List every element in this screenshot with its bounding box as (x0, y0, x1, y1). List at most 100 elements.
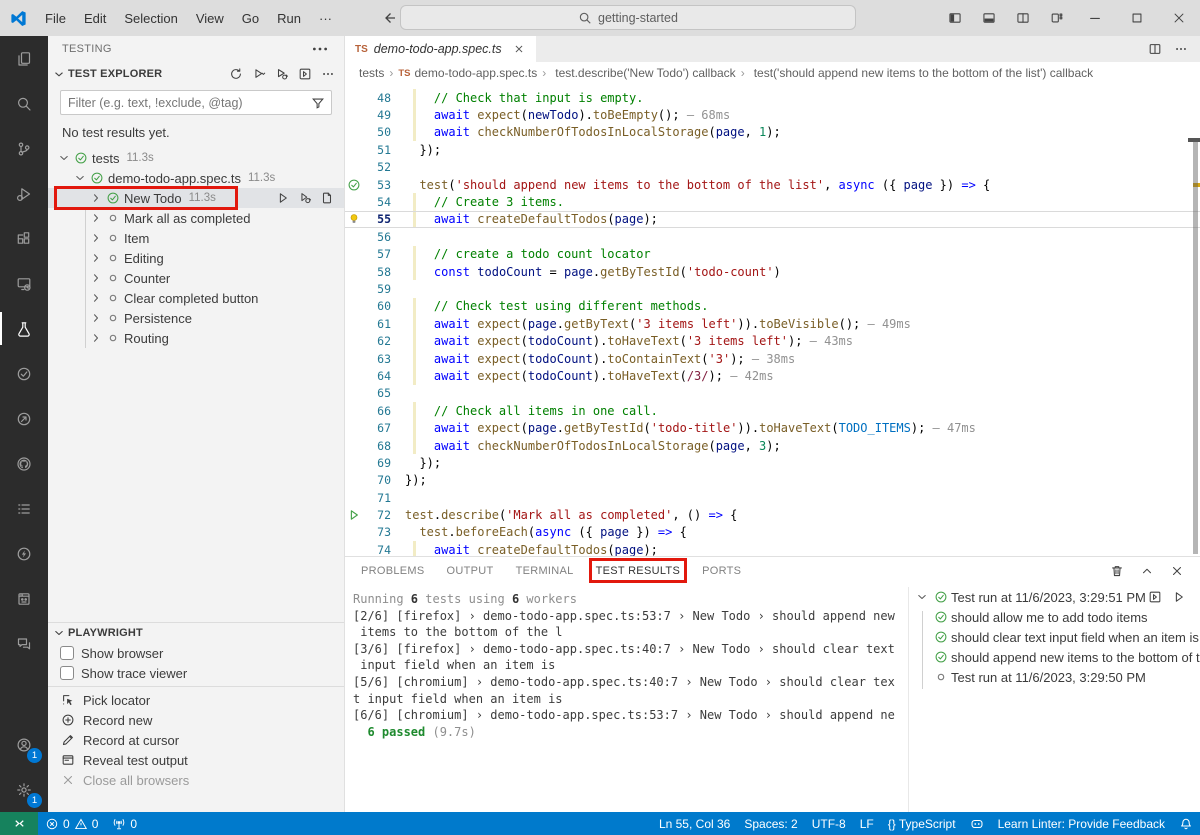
menu-file[interactable]: File (36, 11, 75, 26)
code-line-50[interactable]: 50 await checkNumberOfTodosInLocalStorag… (345, 124, 1200, 141)
tab-close-icon[interactable] (512, 42, 526, 56)
chevron-right-icon[interactable] (88, 291, 104, 305)
split-editor-icon[interactable] (1148, 42, 1162, 56)
debug-run-button[interactable] (298, 191, 312, 205)
tree-item-tests[interactable]: tests11.3s (48, 148, 344, 168)
activity-search[interactable] (0, 81, 48, 126)
run-all-button[interactable] (249, 64, 269, 84)
refresh-button[interactable] (226, 64, 246, 84)
code-line-53[interactable]: 53 test('should append new items to the … (345, 176, 1200, 193)
activity-github[interactable] (0, 441, 48, 486)
code-line-71[interactable]: 71 (345, 489, 1200, 506)
layout-grid-toggle[interactable] (1040, 0, 1074, 36)
code-line-55[interactable]: 55 await createDefaultTodos(page); (345, 211, 1200, 228)
boxed-play-button[interactable] (295, 64, 315, 84)
action-record-at-cursor[interactable]: Record at cursor (48, 730, 344, 750)
code-line-67[interactable]: 67 await expect(page.getByTestId('todo-t… (345, 419, 1200, 436)
code-line-70[interactable]: 70}); (345, 472, 1200, 489)
tree-item-item[interactable]: Item (48, 228, 344, 248)
code-line-60[interactable]: 60 // Check test using different methods… (345, 298, 1200, 315)
status-copilot[interactable] (963, 812, 991, 835)
window-minimize-button[interactable] (1074, 0, 1116, 36)
test-explorer-header[interactable]: TEST EXPLORER (48, 62, 344, 86)
code-line-61[interactable]: 61 await expect(page.getByText('3 items … (345, 315, 1200, 332)
action-pick-locator[interactable]: Pick locator (48, 690, 344, 710)
panel-tab-test-results[interactable]: TEST RESULTS (596, 565, 681, 577)
code-line-74[interactable]: 74 await createDefaultTodos(page); (345, 541, 1200, 556)
breadcrumb-item[interactable]: test('should append new items to the bot… (750, 66, 1093, 80)
lightbulb-icon[interactable] (345, 212, 363, 226)
boxed-play-button[interactable] (1148, 590, 1162, 604)
test-filter-input[interactable]: Filter (e.g. text, !exclude, @tag) (60, 90, 332, 115)
debug-all-button[interactable] (272, 64, 292, 84)
breadcrumb-item[interactable]: test.describe('New Todo') callback (551, 66, 735, 80)
run-button[interactable] (276, 191, 290, 205)
chevron-down-icon[interactable] (72, 171, 88, 185)
status-bell[interactable] (1172, 812, 1200, 835)
tree-item-clear-completed-button[interactable]: Clear completed button (48, 288, 344, 308)
editor-scrollbar[interactable] (1193, 140, 1198, 554)
chevron-right-icon[interactable] (88, 271, 104, 285)
ports-status[interactable]: 0 (105, 812, 144, 835)
activity-thunder[interactable] (0, 531, 48, 576)
back-arrow-icon[interactable] (381, 10, 397, 26)
status-lf[interactable]: LF (853, 812, 881, 835)
menu-selection[interactable]: Selection (115, 11, 186, 26)
checkbox-show-browser[interactable]: Show browser (48, 643, 344, 663)
chevron-right-icon[interactable] (88, 311, 104, 325)
code-line-56[interactable]: 56 (345, 228, 1200, 245)
panel-tab-output[interactable]: OUTPUT (447, 565, 494, 577)
command-center-search[interactable]: getting-started (400, 5, 856, 30)
run-button[interactable] (1172, 590, 1186, 604)
code-line-65[interactable]: 65 (345, 385, 1200, 402)
chevron-right-icon[interactable] (88, 211, 104, 225)
tree-item-persistence[interactable]: Persistence (48, 308, 344, 328)
menu-run[interactable]: Run (268, 11, 310, 26)
chevron-down-icon[interactable] (56, 151, 72, 165)
filter-funnel-icon[interactable] (311, 96, 325, 110)
status-ln-55-col-36[interactable]: Ln 55, Col 36 (652, 812, 737, 835)
chevron-right-icon[interactable] (88, 331, 104, 345)
result-should-clear-text-input-field-when-an-it[interactable]: should clear text input field when an it… (909, 627, 1200, 647)
tree-item-counter[interactable]: Counter (48, 268, 344, 288)
split-right-toggle[interactable] (1006, 0, 1040, 36)
activity-run-debug[interactable] (0, 171, 48, 216)
chevron-up-button[interactable] (1140, 564, 1154, 578)
activity-extensions[interactable] (0, 216, 48, 261)
gutter-pass-icon[interactable] (345, 178, 363, 192)
activity-settings-gear[interactable]: 1 (0, 767, 48, 812)
checkbox-icon[interactable] (60, 666, 74, 680)
activity-account[interactable]: 1 (0, 722, 48, 767)
close-x-button[interactable] (1170, 564, 1184, 578)
code-line-63[interactable]: 63 await expect(todoCount).toContainText… (345, 350, 1200, 367)
activity-comments[interactable] (0, 621, 48, 666)
menu-view[interactable]: View (187, 11, 233, 26)
activity-remote-explorer[interactable] (0, 261, 48, 306)
trash-button[interactable] (1110, 564, 1124, 578)
tree-item-new-todo[interactable]: New Todo11.3s (48, 188, 344, 208)
sidebar-more-icon[interactable] (310, 39, 330, 59)
tree-item-editing[interactable]: Editing (48, 248, 344, 268)
code-line-59[interactable]: 59 (345, 280, 1200, 297)
problems-status[interactable]: 0 0 (38, 812, 105, 835)
action-record-new[interactable]: Record new (48, 710, 344, 730)
status-learn-linter-provide-feedback[interactable]: Learn Linter: Provide Feedback (991, 812, 1172, 835)
window-close-button[interactable] (1158, 0, 1200, 36)
code-line-51[interactable]: 51 }); (345, 141, 1200, 158)
checkbox-show-trace-viewer[interactable]: Show trace viewer (48, 663, 344, 683)
menu-go[interactable]: Go (233, 11, 268, 26)
code-line-69[interactable]: 69 }); (345, 454, 1200, 471)
tree-item-mark-all-as-completed[interactable]: Mark all as completed (48, 208, 344, 228)
playwright-header[interactable]: PLAYWRIGHT (48, 623, 344, 643)
status-utf-8[interactable]: UTF-8 (805, 812, 853, 835)
activity-browser-bot[interactable] (0, 576, 48, 621)
panel-tab-ports[interactable]: PORTS (702, 565, 741, 577)
status-spaces-2[interactable]: Spaces: 2 (737, 812, 804, 835)
code-line-54[interactable]: 54 // Create 3 items. (345, 193, 1200, 210)
result-should-allow-me-to-add-todo-items[interactable]: should allow me to add todo items (909, 607, 1200, 627)
code-line-52[interactable]: 52 (345, 159, 1200, 176)
gutter-run-icon[interactable] (345, 508, 363, 522)
chevron-right-icon[interactable] (88, 251, 104, 265)
result-test-run-at-11-6-2023-3-29-50-pm[interactable]: Test run at 11/6/2023, 3:29:50 PM (909, 667, 1200, 687)
code-line-72[interactable]: 72test.describe('Mark all as completed',… (345, 506, 1200, 523)
